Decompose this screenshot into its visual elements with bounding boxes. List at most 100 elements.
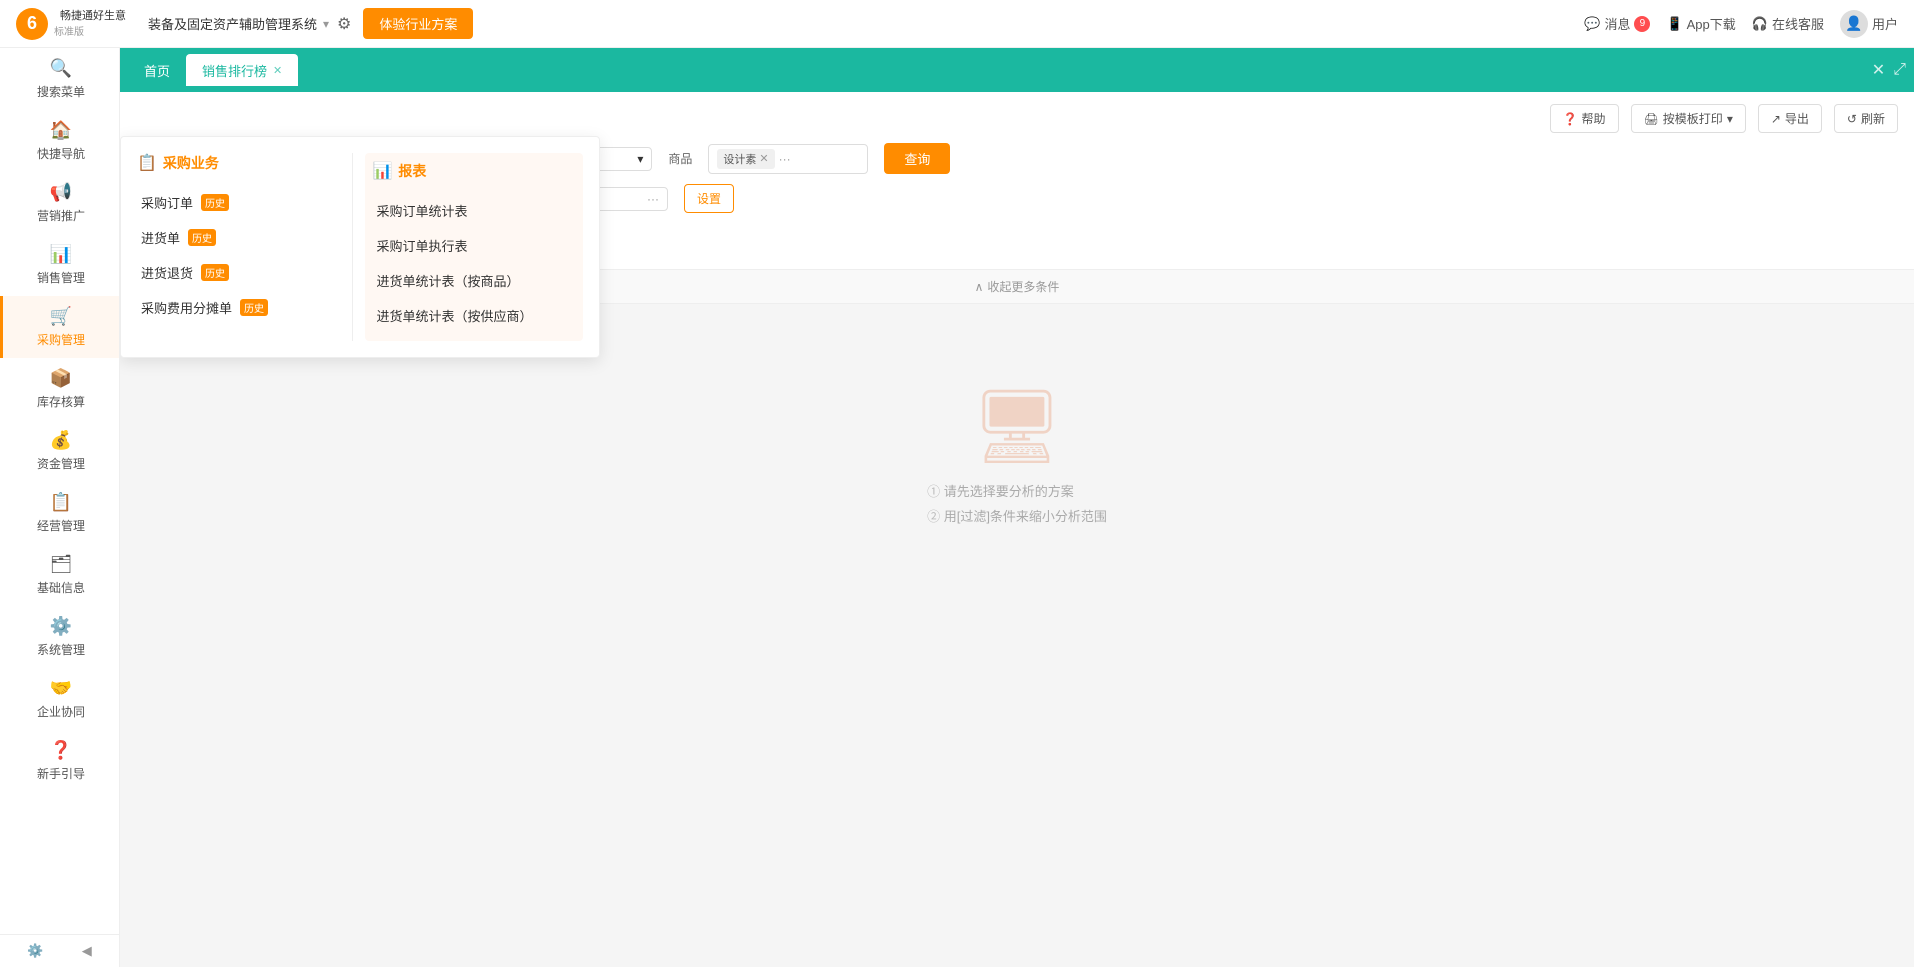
goods-tag: 设计素 ✕ (717, 149, 774, 169)
export-icon: ↗ (1771, 112, 1781, 126)
logo-text: 畅捷通好生意 (60, 9, 126, 23)
select-arrow-icon: ▾ (637, 152, 643, 166)
sidebar-item-system[interactable]: ⚙️ 系统管理 (0, 606, 119, 668)
sidebar-label-operation: 经营管理 (37, 517, 85, 534)
sidebar-label-search: 搜索菜单 (37, 83, 85, 100)
sidebar-item-basic[interactable]: 🗂 基础信息 (0, 544, 119, 606)
sidebar-item-inventory[interactable]: 📦 库存核算 (0, 358, 119, 420)
content-inner: ❓ 帮助 🖨 按模板打印 ▾ ↗ 导出 ↺ (120, 92, 1914, 967)
system-title: 装备及固定资产辅助管理系统 (148, 14, 317, 33)
content: 首页 销售排行榜 ✕ ✕ ⤢ ❓ 帮助 (120, 48, 1914, 967)
return-badge: 历史 (201, 264, 229, 281)
goods-tag-close[interactable]: ✕ (759, 152, 768, 165)
logo-sub: 标准版 (54, 23, 126, 38)
salesman-more-icon[interactable]: ··· (647, 192, 659, 206)
message-label: 消息 (1604, 14, 1630, 33)
newbie-icon: ❓ (50, 740, 72, 761)
menu-item-expense[interactable]: 采购费用分摊单 历史 (137, 290, 340, 325)
menu-item-incoming-by-supplier[interactable]: 进货单统计表（按供应商） (373, 298, 576, 333)
system-icon: ⚙️ (50, 616, 72, 637)
sidebar-label-purchase: 采购管理 (37, 331, 85, 348)
sidebar-label-finance: 资金管理 (37, 455, 85, 472)
sidebar-item-finance[interactable]: 💰 资金管理 (0, 420, 119, 482)
menu-item-incoming-by-goods[interactable]: 进货单统计表（按商品） (373, 263, 576, 298)
industry-button[interactable]: 体验行业方案 (363, 8, 473, 39)
logo: 6 畅捷通好生意 标准版 (16, 8, 136, 40)
main-area: 🔍 搜索菜单 🏠 快捷导航 📢 营销推广 📊 销售管理 🛒 采购管理 📦 (0, 48, 1914, 967)
help-button[interactable]: ❓ 帮助 (1550, 104, 1619, 133)
sidebar: 🔍 搜索菜单 🏠 快捷导航 📢 营销推广 📊 销售管理 🛒 采购管理 📦 (0, 48, 120, 967)
help-icon: ❓ (1563, 112, 1578, 126)
collapse-text: 收起更多条件 (987, 278, 1059, 295)
sidebar-label-system: 系统管理 (37, 641, 85, 658)
sidebar-label-inventory: 库存核算 (37, 393, 85, 410)
sidebar-settings-icon[interactable]: ⚙️ (27, 943, 43, 959)
finance-icon: 💰 (50, 430, 72, 451)
marketing-icon: 📢 (50, 182, 72, 203)
tab-close-all-icon[interactable]: ✕ (1872, 60, 1885, 80)
sales-icon: 📊 (50, 244, 72, 265)
tab-bar: 首页 销售排行榜 ✕ ✕ ⤢ (120, 48, 1914, 92)
tab-home[interactable]: 首页 (128, 54, 186, 86)
headset-icon: 🎧 (1752, 16, 1768, 32)
tab-close-icon[interactable]: ✕ (273, 64, 282, 77)
phone-icon: 📱 (1666, 16, 1682, 32)
gear-icon[interactable]: ⚙ (337, 14, 351, 34)
sidebar-item-enterprise[interactable]: 🤝 企业协同 (0, 668, 119, 730)
user-label: 用户 (1872, 14, 1898, 33)
sidebar-label-newbie: 新手引导 (37, 765, 85, 782)
tab-sales-rank[interactable]: 销售排行榜 ✕ (186, 54, 298, 86)
menu-item-incoming[interactable]: 进货单 历史 (137, 220, 340, 255)
sidebar-collapse-icon[interactable]: ◀ (82, 943, 92, 959)
tab-expand-icon[interactable]: ⤢ (1893, 61, 1906, 79)
message-badge: 9 (1634, 16, 1650, 32)
menu-item-return[interactable]: 进货退货 历史 (137, 255, 340, 290)
collapse-up-icon: ∧ (975, 280, 984, 294)
menu-item-order-summary[interactable]: 采购订单统计表 (373, 193, 576, 228)
settings-button[interactable]: 设置 (684, 184, 734, 213)
sidebar-item-sales[interactable]: 📊 销售管理 (0, 234, 119, 296)
sidebar-item-operation[interactable]: 📋 经营管理 (0, 482, 119, 544)
expense-badge: 历史 (240, 299, 268, 316)
report-menu-section: 📊 报表 采购订单统计表 采购订单执行表 进货单统计表（按商品） 进货单统计表（… (365, 153, 584, 341)
basic-icon: 🗂 (50, 554, 73, 575)
app-download-label: App下载 (1687, 14, 1736, 33)
enterprise-icon: 🤝 (50, 678, 72, 699)
sidebar-label-sales: 销售管理 (37, 269, 85, 286)
sidebar-label-basic: 基础信息 (37, 579, 85, 596)
sidebar-item-search[interactable]: 🔍 搜索菜单 (0, 48, 119, 110)
empty-hint-2: ② 用[过滤]条件来缩小分析范围 (927, 506, 1107, 525)
tab-bar-right: ✕ ⤢ (1872, 60, 1906, 80)
refresh-button[interactable]: ↺ 刷新 (1834, 104, 1898, 133)
operation-icon: 📋 (50, 492, 72, 513)
inventory-icon: 📦 (50, 368, 72, 389)
purchase-order-badge: 历史 (201, 194, 229, 211)
purchase-section-title: 📋 采购业务 (137, 153, 340, 173)
sidebar-item-quick[interactable]: 🏠 快捷导航 (0, 110, 119, 172)
sidebar-item-newbie[interactable]: ❓ 新手引导 (0, 730, 119, 792)
online-service-label: 在线客服 (1772, 14, 1824, 33)
goods-label: 商品 (668, 150, 692, 167)
tab-sales-rank-label: 销售排行榜 (202, 61, 267, 80)
sidebar-label-enterprise: 企业协同 (37, 703, 85, 720)
top-bar-mid: 装备及固定资产辅助管理系统 ▾ ⚙ 体验行业方案 (136, 8, 1584, 39)
sidebar-item-marketing[interactable]: 📢 营销推广 (0, 172, 119, 234)
online-service-button[interactable]: 🎧 在线客服 (1752, 14, 1824, 33)
menu-item-purchase-order[interactable]: 采购订单 历史 (137, 185, 340, 220)
tab-home-label: 首页 (144, 61, 170, 80)
search-icon: 🔍 (50, 58, 72, 79)
user-menu-button[interactable]: 👤 用户 (1840, 10, 1898, 38)
sidebar-item-purchase[interactable]: 🛒 采购管理 (0, 296, 119, 358)
sidebar-label-marketing: 营销推广 (37, 207, 85, 224)
export-button[interactable]: ↗ 导出 (1758, 104, 1822, 133)
goods-select[interactable]: 设计素 ✕ ··· (708, 144, 868, 174)
menu-item-order-exec[interactable]: 采购订单执行表 (373, 228, 576, 263)
app-download-button[interactable]: 📱 App下载 (1666, 14, 1735, 33)
purchase-section-icon: 📋 (137, 153, 157, 173)
message-button[interactable]: 💬 消息 9 (1584, 14, 1650, 33)
query-button[interactable]: 查询 (884, 143, 950, 174)
goods-more-icon[interactable]: ··· (779, 152, 791, 166)
print-button[interactable]: 🖨 按模板打印 ▾ (1631, 104, 1746, 133)
refresh-icon: ↺ (1847, 112, 1857, 126)
dropdown-arrow-icon[interactable]: ▾ (323, 17, 329, 31)
